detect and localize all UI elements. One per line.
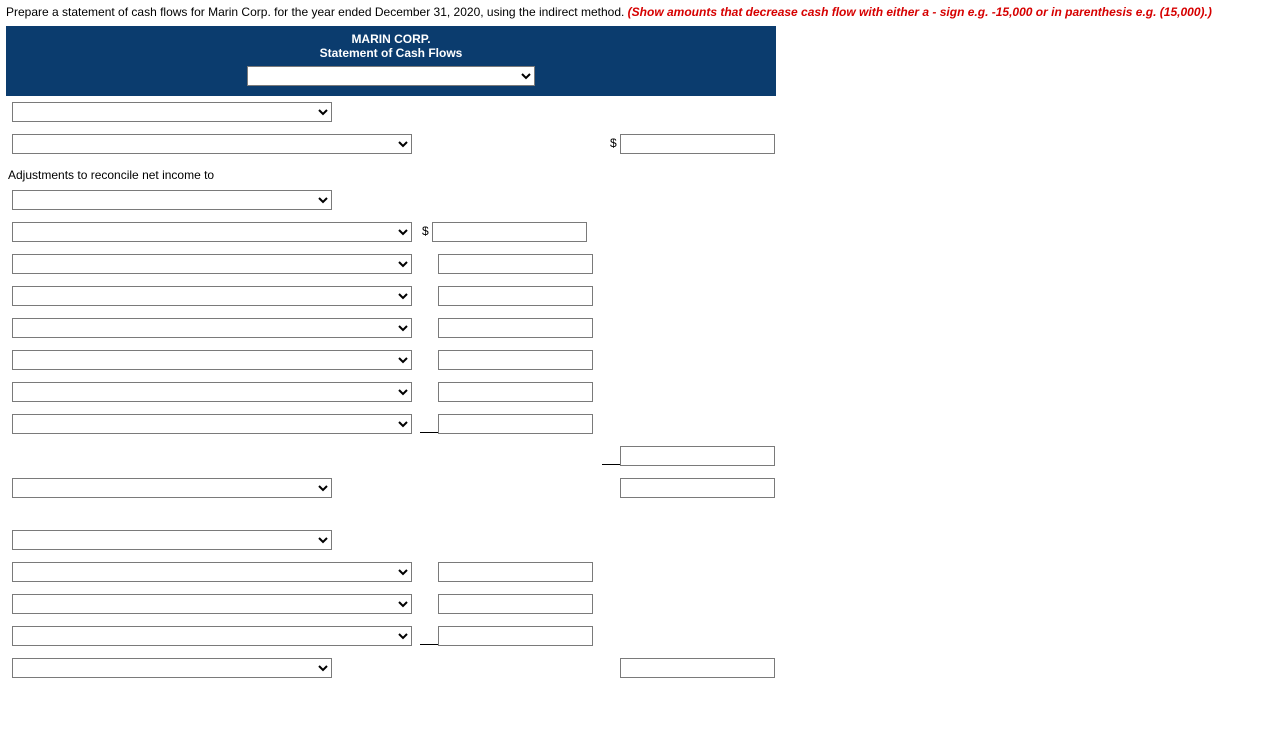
adjustments-label: Adjustments to reconcile net income to: [8, 168, 214, 182]
adj-amount-2[interactable]: [438, 254, 593, 274]
dollar-sign-1: $: [610, 136, 617, 150]
statement-header: MARIN CORP. Statement of Cash Flows: [6, 26, 776, 96]
instructions: Prepare a statement of cash flows for Ma…: [6, 4, 1274, 20]
section-total-select-2[interactable]: [12, 658, 332, 678]
section-select-1[interactable]: [12, 102, 332, 122]
underline-3: [420, 644, 438, 645]
adj-amount-4[interactable]: [438, 318, 593, 338]
underline-2: [602, 464, 620, 465]
adj-select-1[interactable]: [12, 222, 412, 242]
adj-select-6[interactable]: [12, 382, 412, 402]
adj-amount-3[interactable]: [438, 286, 593, 306]
section-total-amount-2[interactable]: [620, 658, 775, 678]
inv-select-3[interactable]: [12, 626, 412, 646]
adj-select-7[interactable]: [12, 414, 412, 434]
adj-amount-6[interactable]: [438, 382, 593, 402]
amount-net-income[interactable]: [620, 134, 775, 154]
statement-title: Statement of Cash Flows: [6, 46, 776, 60]
adj-select-3[interactable]: [12, 286, 412, 306]
adj-select-4[interactable]: [12, 318, 412, 338]
underline-1: [420, 432, 438, 433]
instructions-red: (Show amounts that decrease cash flow wi…: [628, 5, 1212, 19]
adj-amount-7[interactable]: [438, 414, 593, 434]
instructions-text: Prepare a statement of cash flows for Ma…: [6, 5, 628, 19]
section-total-amount-1[interactable]: [620, 478, 775, 498]
inv-amount-2[interactable]: [438, 594, 593, 614]
company-name: MARIN CORP.: [6, 32, 776, 46]
inv-amount-1[interactable]: [438, 562, 593, 582]
adj-amount-5[interactable]: [438, 350, 593, 370]
inv-select-1[interactable]: [12, 562, 412, 582]
adj-select-2[interactable]: [12, 254, 412, 274]
dollar-sign-2: $: [422, 224, 429, 238]
period-select[interactable]: [247, 66, 535, 86]
section-total-select-1[interactable]: [12, 478, 332, 498]
inv-amount-3[interactable]: [438, 626, 593, 646]
adj-amount-1[interactable]: [432, 222, 587, 242]
adj-select-5[interactable]: [12, 350, 412, 370]
subsection-select-1[interactable]: [12, 190, 332, 210]
inv-select-2[interactable]: [12, 594, 412, 614]
section-select-2[interactable]: [12, 530, 332, 550]
line-select-net-income[interactable]: [12, 134, 412, 154]
subtotal-amount-1[interactable]: [620, 446, 775, 466]
